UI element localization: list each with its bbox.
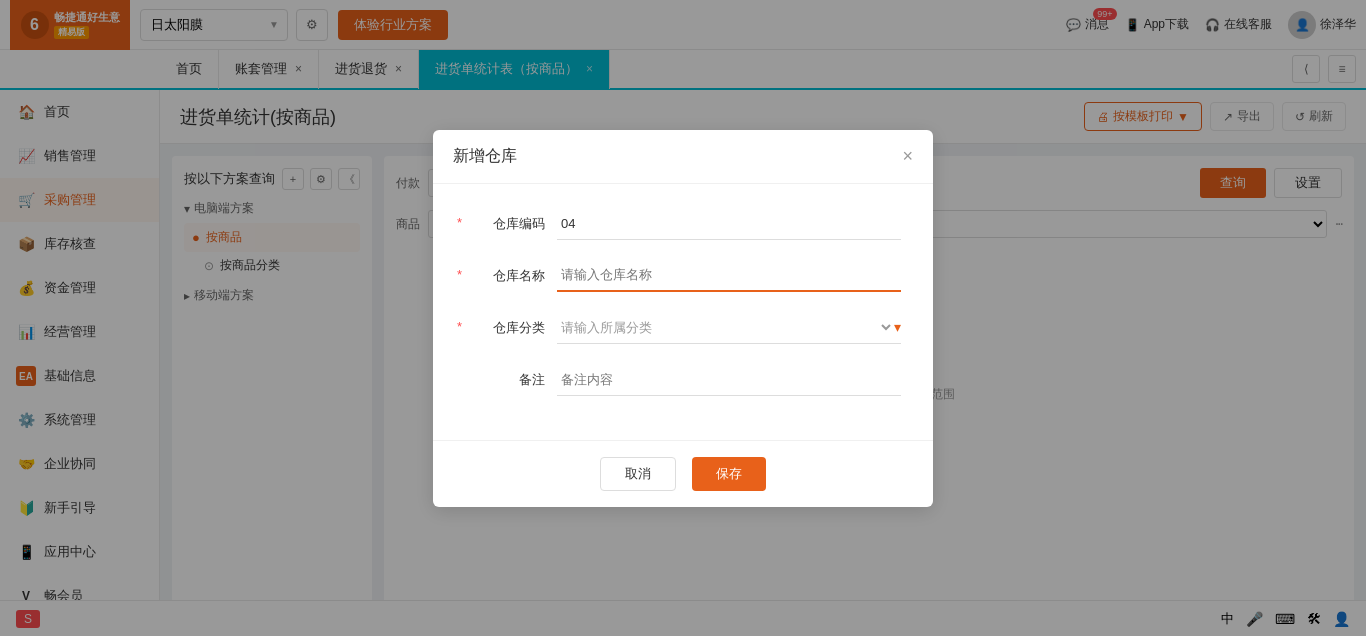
modal-overlay[interactable]: 新增仓库 × 仓库编码 仓库名称 仓库分类 请输入所属分类 ▾	[0, 0, 1366, 636]
modal-title: 新增仓库	[453, 146, 517, 167]
form-row-remark: 备注	[465, 364, 901, 396]
form-row-code: 仓库编码	[465, 208, 901, 240]
form-row-category: 仓库分类 请输入所属分类 ▾	[465, 312, 901, 344]
modal-body: 仓库编码 仓库名称 仓库分类 请输入所属分类 ▾ 备注	[433, 184, 933, 440]
form-row-name: 仓库名称	[465, 260, 901, 292]
remark-field-label: 备注	[465, 371, 545, 389]
code-field-label: 仓库编码	[465, 215, 545, 233]
name-field-label: 仓库名称	[465, 267, 545, 285]
warehouse-name-input[interactable]	[557, 260, 901, 292]
modal-close-button[interactable]: ×	[902, 147, 913, 165]
warehouse-code-input[interactable]	[557, 208, 901, 240]
category-select[interactable]: 请输入所属分类	[557, 319, 894, 336]
save-button[interactable]: 保存	[692, 457, 766, 491]
remark-input[interactable]	[557, 364, 901, 396]
category-field-label: 仓库分类	[465, 319, 545, 337]
add-warehouse-modal: 新增仓库 × 仓库编码 仓库名称 仓库分类 请输入所属分类 ▾	[433, 130, 933, 507]
category-select-wrapper: 请输入所属分类 ▾	[557, 312, 901, 344]
category-dropdown-icon[interactable]: ▾	[894, 319, 901, 335]
modal-header: 新增仓库 ×	[433, 130, 933, 184]
modal-footer: 取消 保存	[433, 440, 933, 507]
cancel-button[interactable]: 取消	[600, 457, 676, 491]
